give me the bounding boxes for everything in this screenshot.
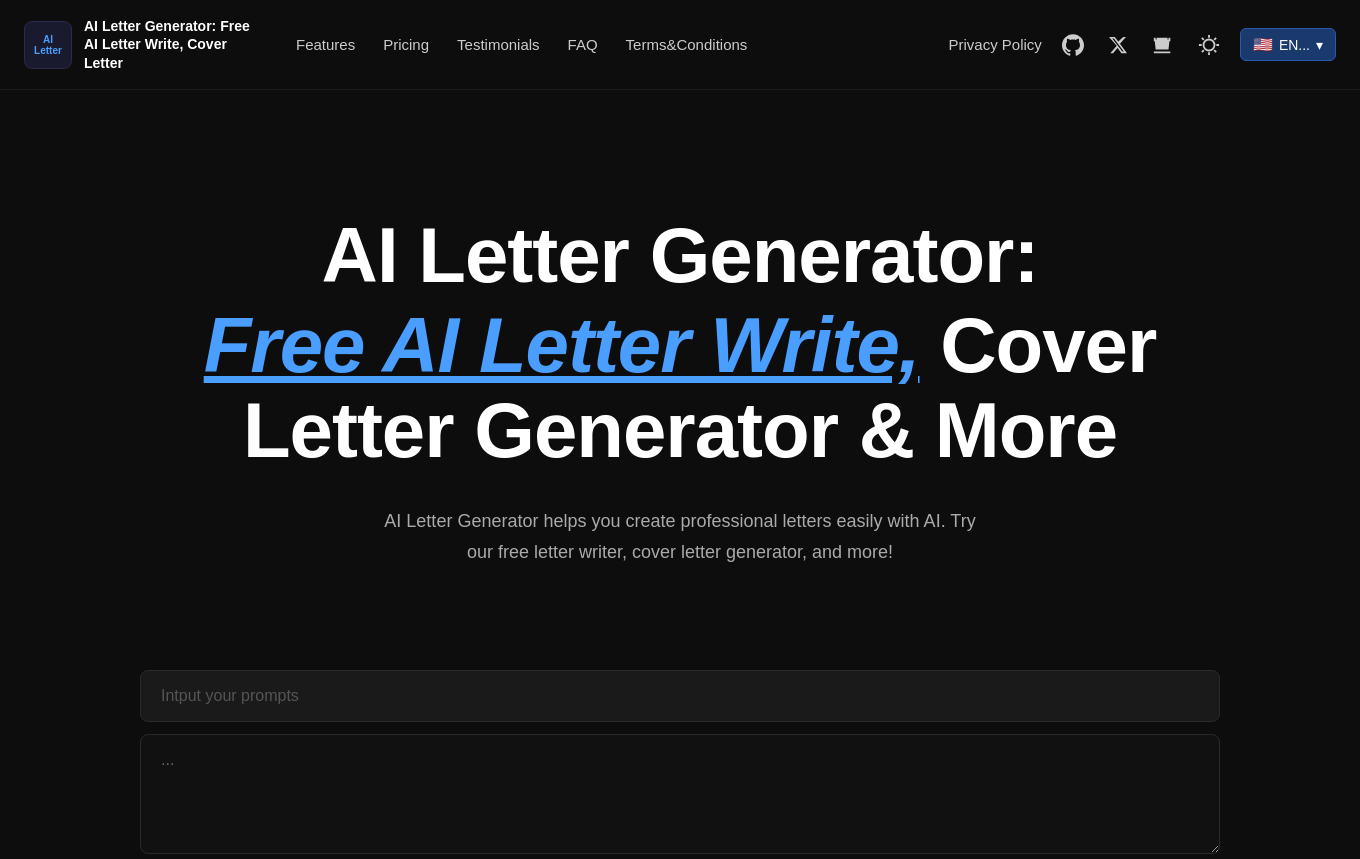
hero-title-blue-text: Free AI Letter Write, — [204, 301, 920, 389]
navbar: AILetter AI Letter Generator: Free AI Le… — [0, 0, 1360, 90]
nav-right: Privacy Policy 🇺🇸 EN... ▾ — [949, 28, 1336, 61]
language-caret-icon: ▾ — [1316, 37, 1323, 53]
nav-faq[interactable]: FAQ — [568, 36, 598, 53]
language-code: EN... — [1279, 37, 1310, 53]
hero-section: AI Letter Generator: Free AI Letter Writ… — [0, 90, 1360, 650]
coffee-icon-button[interactable] — [1148, 30, 1178, 60]
twitter-x-icon — [1108, 35, 1128, 55]
brand-logo-link[interactable]: AILetter AI Letter Generator: Free AI Le… — [24, 17, 264, 72]
coffee-icon — [1152, 34, 1174, 56]
github-icon — [1062, 34, 1084, 56]
brand-logo-image: AILetter — [24, 21, 72, 69]
hero-title-cover-text: Cover — [920, 301, 1157, 389]
nav-pricing[interactable]: Pricing — [383, 36, 429, 53]
language-flag: 🇺🇸 — [1253, 35, 1273, 54]
nav-privacy-policy[interactable]: Privacy Policy — [949, 36, 1042, 53]
output-textarea[interactable]: ... — [140, 734, 1220, 854]
hero-title-line1: AI Letter Generator: — [204, 213, 1157, 299]
nav-features[interactable]: Features — [296, 36, 355, 53]
input-section: ... — [0, 650, 1360, 859]
brand-title: AI Letter Generator: Free AI Letter Writ… — [84, 17, 264, 72]
nav-terms[interactable]: Terms&Conditions — [626, 36, 748, 53]
github-icon-button[interactable] — [1058, 30, 1088, 60]
nav-links: Features Pricing Testimonials FAQ Terms&… — [296, 36, 917, 53]
prompt-input[interactable] — [140, 670, 1220, 722]
nav-testimonials[interactable]: Testimonials — [457, 36, 540, 53]
language-selector-button[interactable]: 🇺🇸 EN... ▾ — [1240, 28, 1336, 61]
sun-icon — [1198, 34, 1220, 56]
hero-subtitle: AI Letter Generator helps you create pro… — [370, 506, 990, 567]
hero-title-line3: Letter Generator & More — [204, 388, 1157, 474]
hero-title-line2: Free AI Letter Write, Cover — [204, 303, 1157, 389]
theme-toggle-button[interactable] — [1194, 30, 1224, 60]
hero-title: AI Letter Generator: Free AI Letter Writ… — [204, 213, 1157, 474]
twitter-icon-button[interactable] — [1104, 31, 1132, 59]
